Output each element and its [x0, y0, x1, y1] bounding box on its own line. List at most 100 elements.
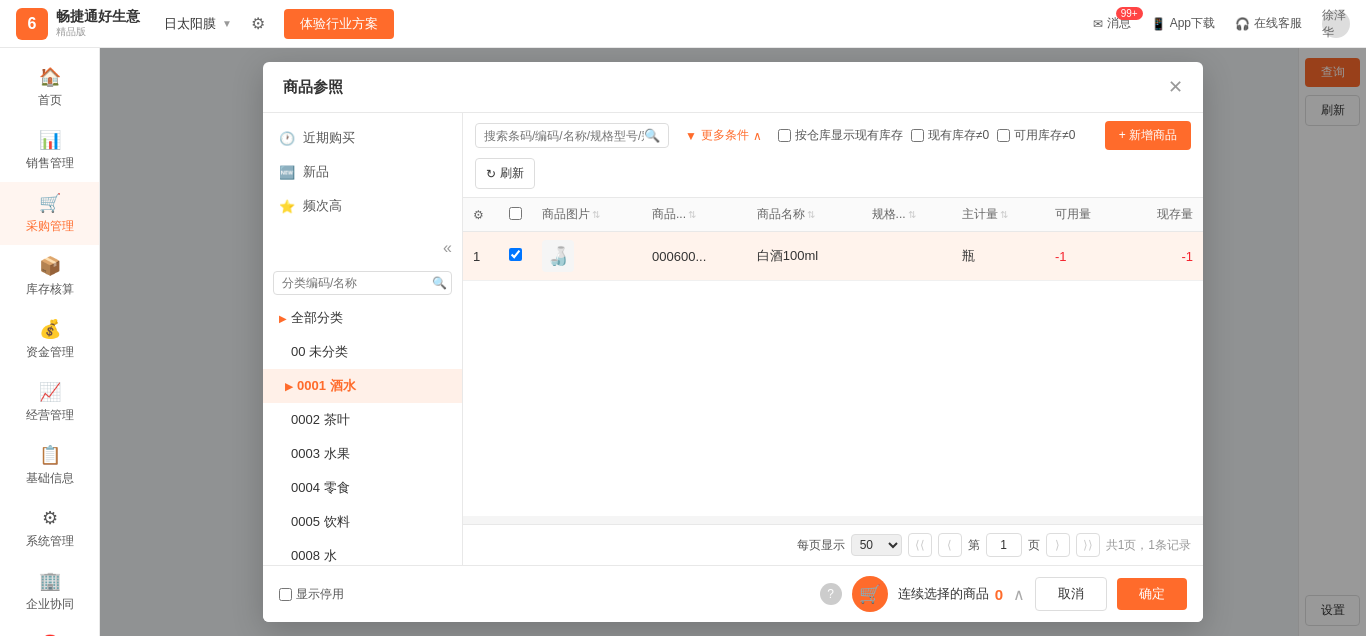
- help-icon[interactable]: ?: [820, 583, 842, 605]
- sidebar: 🏠 首页 📊 销售管理 🛒 采购管理 📦 库存核算 💰 资金管理 📈 经营管理 …: [0, 48, 100, 636]
- mobile-icon: 📱: [1151, 17, 1166, 31]
- warehouse-checkbox[interactable]: [778, 129, 791, 142]
- sort-unit-icon[interactable]: ⇅: [1000, 209, 1008, 220]
- category-0002[interactable]: 0002 茶叶: [263, 403, 462, 437]
- logo-area: 6 畅捷通好生意 精品版: [16, 8, 140, 40]
- main-content: 查询 刷新 设置 商品参照 ✕ 🕐 近期购买: [100, 48, 1366, 636]
- select-all-checkbox[interactable]: [509, 207, 522, 220]
- store-selector[interactable]: 日太阳膜 ▼: [164, 15, 232, 33]
- new-products-item[interactable]: 🆕 新品: [263, 155, 462, 189]
- sort-code-icon[interactable]: ⇅: [688, 209, 696, 220]
- add-product-btn[interactable]: + 新增商品: [1105, 121, 1191, 150]
- new-icon: 🆕: [279, 165, 295, 180]
- next-page-btn[interactable]: ⟩: [1046, 533, 1070, 557]
- sidebar-label-purchase: 采购管理: [26, 218, 74, 235]
- sort-spec-icon[interactable]: ⇅: [908, 209, 916, 220]
- sidebar-item-home[interactable]: 🏠 首页: [0, 56, 99, 119]
- chevron-down-icon: ▼: [222, 18, 232, 29]
- system-icon: ⚙: [42, 507, 58, 529]
- sidebar-item-inventory[interactable]: 📦 库存核算: [0, 245, 99, 308]
- exp-btn[interactable]: 体验行业方案: [284, 9, 394, 39]
- settings-icon[interactable]: ⚙: [244, 10, 272, 38]
- online-service-btn[interactable]: 🎧 在线客服: [1235, 15, 1302, 32]
- sidebar-item-finance[interactable]: 💰 资金管理: [0, 308, 99, 371]
- total-info: 共1页，1条记录: [1106, 537, 1191, 554]
- filter-btn[interactable]: ▼ 更多条件 ∧: [677, 123, 770, 148]
- category-0003[interactable]: 0003 水果: [263, 437, 462, 471]
- first-page-btn[interactable]: ⟨⟨: [908, 533, 932, 557]
- sidebar-label-finance: 资金管理: [26, 344, 74, 361]
- stock-ne0-checkbox[interactable]: [911, 129, 924, 142]
- sidebar-label-sales: 销售管理: [26, 155, 74, 172]
- category-0004[interactable]: 0004 零食: [263, 471, 462, 505]
- user-profile-btn[interactable]: 徐泽华: [1322, 10, 1350, 38]
- cart-icon[interactable]: 🛒: [852, 576, 888, 612]
- sort-image-icon[interactable]: ⇅: [592, 209, 600, 220]
- prev-page-btn[interactable]: ⟨: [938, 533, 962, 557]
- cancel-button[interactable]: 取消: [1035, 577, 1107, 611]
- star-icon: ⭐: [279, 199, 295, 214]
- show-disabled-checkbox[interactable]: [279, 588, 292, 601]
- sidebar-label-ops: 经营管理: [26, 407, 74, 424]
- sidebar-item-basics[interactable]: 📋 基础信息: [0, 434, 99, 497]
- sidebar-item-enterprise[interactable]: 🏢 企业协同: [0, 560, 99, 623]
- cell-available: -1: [1045, 232, 1124, 281]
- sidebar-item-guide[interactable]: 🎯 新手引导: [0, 623, 99, 636]
- page-size-select[interactable]: 50 20 100: [851, 534, 902, 556]
- checkbox-stock-ne0[interactable]: 现有库存≠0: [911, 127, 989, 144]
- headset-icon: 🎧: [1235, 17, 1250, 31]
- all-categories-item[interactable]: ▶ 全部分类: [263, 301, 462, 335]
- confirm-button[interactable]: 确定: [1117, 578, 1187, 610]
- row-checkbox[interactable]: [509, 248, 522, 261]
- page-number-input[interactable]: [986, 533, 1022, 557]
- inventory-icon: 📦: [39, 255, 61, 277]
- expand-icon[interactable]: ∧: [1013, 585, 1025, 604]
- th-settings[interactable]: ⚙: [463, 198, 499, 232]
- cell-image: 🍶: [532, 232, 642, 281]
- column-settings-icon[interactable]: ⚙: [473, 208, 484, 222]
- recent-purchase-item[interactable]: 🕐 近期购买: [263, 121, 462, 155]
- product-search-input[interactable]: [484, 129, 644, 143]
- recent-purchase-label: 近期购买: [303, 129, 355, 147]
- category-search-input[interactable]: [282, 276, 432, 290]
- sort-name-icon[interactable]: ⇅: [807, 209, 815, 220]
- purchase-icon: 🛒: [39, 192, 61, 214]
- table-row[interactable]: 1 🍶 000600... 白酒100ml: [463, 232, 1203, 281]
- nav-right: ✉ 消息 99+ 📱 App下载 🎧 在线客服 徐泽华: [1093, 10, 1350, 38]
- sidebar-item-sales[interactable]: 📊 销售管理: [0, 119, 99, 182]
- sidebar-item-ops[interactable]: 📈 经营管理: [0, 371, 99, 434]
- available-ne0-checkbox[interactable]: [997, 129, 1010, 142]
- last-page-btn[interactable]: ⟩⟩: [1076, 533, 1100, 557]
- enterprise-icon: 🏢: [39, 570, 61, 592]
- th-image: 商品图片 ⇅: [532, 198, 642, 232]
- th-unit: 主计量 ⇅: [952, 198, 1045, 232]
- search-submit-icon[interactable]: 🔍: [644, 128, 660, 143]
- app-download-btn[interactable]: 📱 App下载: [1151, 15, 1215, 32]
- show-disabled-label[interactable]: 显示停用: [279, 586, 344, 603]
- collapse-btn[interactable]: «: [263, 231, 462, 265]
- category-00[interactable]: 00 未分类: [263, 335, 462, 369]
- cell-name: 白酒100ml: [747, 232, 862, 281]
- checkbox-available-ne0[interactable]: 可用库存≠0: [997, 127, 1075, 144]
- refresh-modal-btn[interactable]: ↻ 刷新: [475, 158, 535, 189]
- th-check[interactable]: [499, 198, 532, 232]
- top-nav: 6 畅捷通好生意 精品版 日太阳膜 ▼ ⚙ 体验行业方案 ✉ 消息 99+ 📱 …: [0, 0, 1366, 48]
- frequent-item[interactable]: ⭐ 频次高: [263, 189, 462, 223]
- product-image: 🍶: [542, 240, 574, 272]
- category-0005[interactable]: 0005 饮料: [263, 505, 462, 539]
- checkbox-warehouse[interactable]: 按仓库显示现有库存: [778, 127, 903, 144]
- cell-check[interactable]: [499, 232, 532, 281]
- sidebar-label-basics: 基础信息: [26, 470, 74, 487]
- cat00-label: 00 未分类: [291, 343, 348, 361]
- selected-info: 连续选择的商品 0: [898, 585, 1003, 603]
- category-0001[interactable]: ▶ 0001 酒水: [263, 369, 462, 403]
- cell-unit: 瓶: [952, 232, 1045, 281]
- modal-close-button[interactable]: ✕: [1168, 76, 1183, 98]
- sidebar-item-system[interactable]: ⚙ 系统管理: [0, 497, 99, 560]
- sidebar-label-home: 首页: [38, 92, 62, 109]
- sidebar-item-purchase[interactable]: 🛒 采购管理: [0, 182, 99, 245]
- pagination: 每页显示 50 20 100 ⟨⟨ ⟨ 第 页 ⟩: [463, 524, 1203, 565]
- category-0008[interactable]: 0008 水: [263, 539, 462, 565]
- messages-btn[interactable]: ✉ 消息 99+: [1093, 15, 1131, 32]
- collapse-icon: «: [443, 239, 452, 257]
